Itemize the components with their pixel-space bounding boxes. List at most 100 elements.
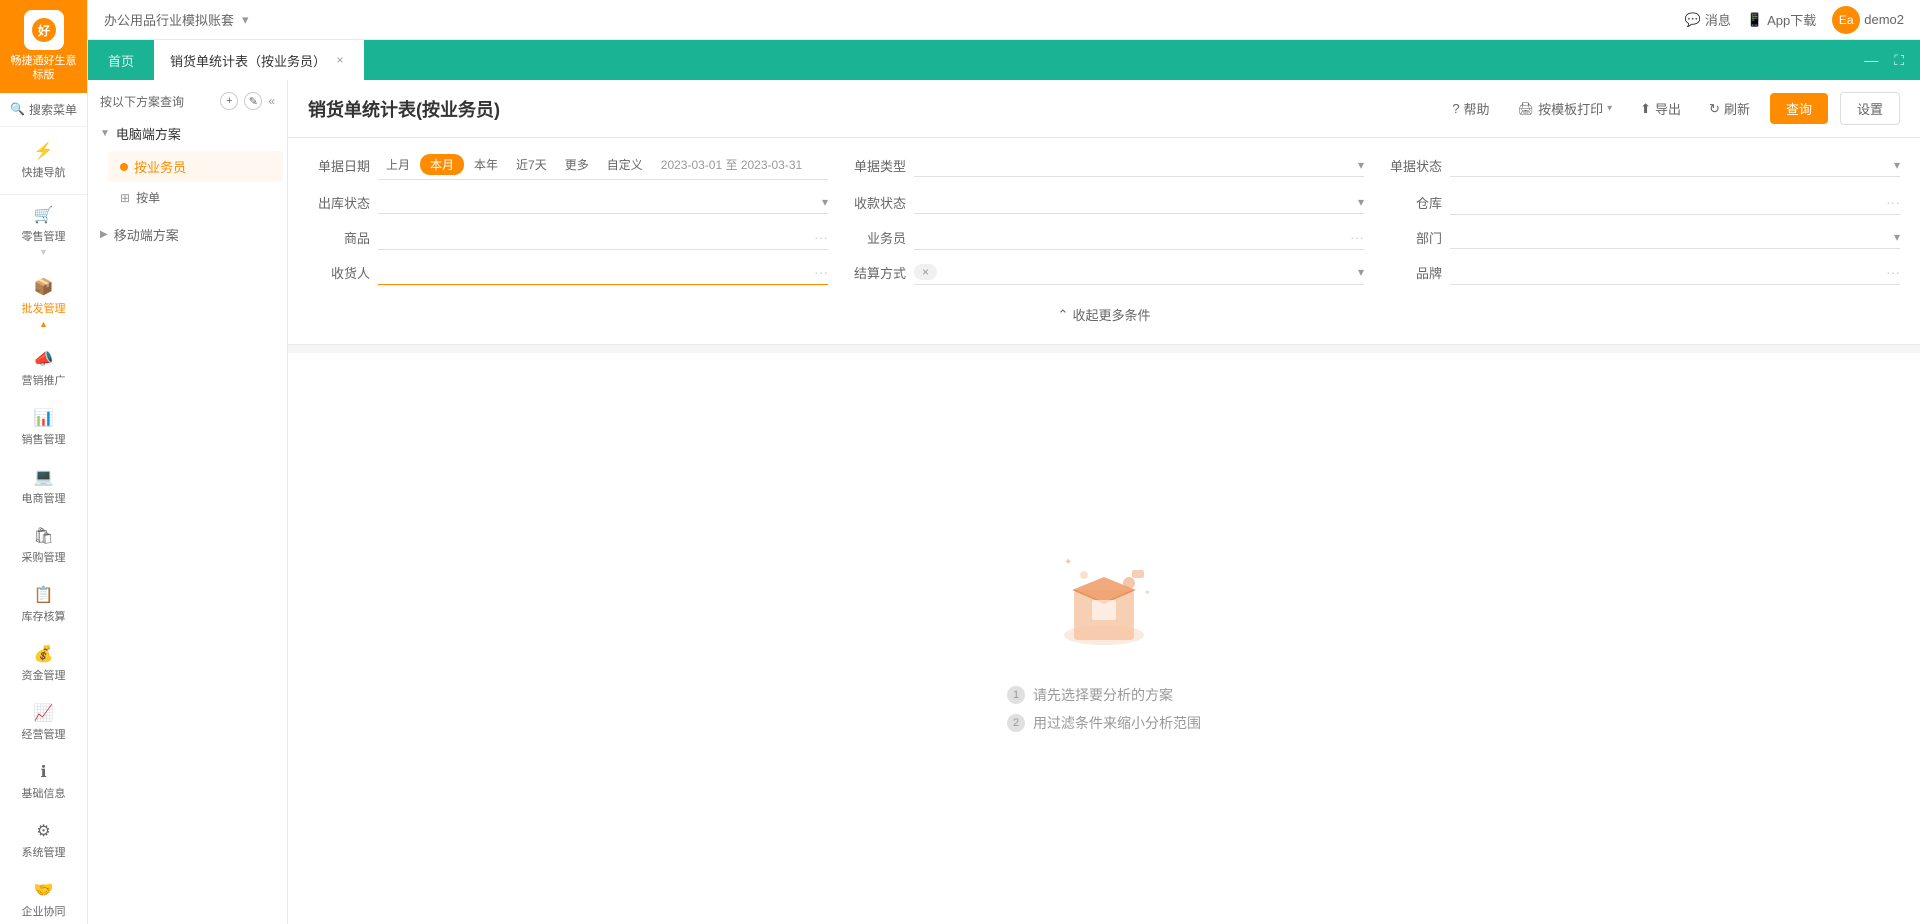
tab-home[interactable]: 首页 xyxy=(88,40,154,80)
sidebar-item-basic-info[interactable]: ℹ 基础信息 xyxy=(0,752,87,811)
topbar-left: 办公用品行业模拟账套 ▾ xyxy=(104,10,249,29)
pc-scheme-body: 按业务员 ⊞ 按单 xyxy=(88,151,287,211)
tab-maximize-btn[interactable]: ⛶ xyxy=(1890,48,1908,73)
left-panel: 按以下方案查询 + ✎ « ▼ 电脑端方案 按业务员 xyxy=(88,80,288,924)
sidebar-item-purchase[interactable]: 🛍 采购管理 xyxy=(0,516,87,575)
receipt-status-label: 收款状态 xyxy=(844,193,914,212)
sidebar-item-operations[interactable]: 📈 经营管理 xyxy=(0,693,87,752)
add-scheme-btn[interactable]: + xyxy=(220,92,238,110)
page-title: 销货单统计表(按业务员) xyxy=(308,96,500,122)
date-7days-btn[interactable]: 近7天 xyxy=(508,154,555,175)
print-btn[interactable]: 🖨 按模板打印 ▾ xyxy=(1510,95,1621,122)
salesperson-row: 业务员 ··· xyxy=(844,225,1364,250)
tabbar-actions: — ⛶ xyxy=(1860,48,1920,73)
sidebar-item-ecommerce[interactable]: 💻 电商管理 xyxy=(0,457,87,516)
app-logo[interactable]: 好 畅捷通好生意 标版 xyxy=(0,0,87,93)
edit-scheme-btn[interactable]: ✎ xyxy=(244,92,262,110)
pc-scheme-header[interactable]: ▼ 电脑端方案 xyxy=(88,118,287,149)
sidebar-item-retail[interactable]: 🛒 零售管理 ▼ xyxy=(0,195,87,267)
date-range-display: 2023-03-01 至 2023-03-31 xyxy=(661,156,802,173)
salesperson-select[interactable]: ··· xyxy=(914,225,1364,250)
download-icon: 📱 xyxy=(1747,12,1763,28)
receiver-dots: ··· xyxy=(814,264,828,280)
sidebar-item-system[interactable]: ⚙ 系统管理 xyxy=(0,811,87,870)
out-status-label: 出库状态 xyxy=(308,193,378,212)
collapse-filters-btn[interactable]: ⌃ 收起更多条件 xyxy=(1050,297,1159,332)
mobile-scheme-section: ▶ 移动端方案 xyxy=(88,219,287,250)
date-this-year-btn[interactable]: 本年 xyxy=(466,154,506,175)
active-indicator xyxy=(120,163,128,171)
date-last-month-btn[interactable]: 上月 xyxy=(378,154,418,175)
pc-scheme-section: ▼ 电脑端方案 按业务员 ⊞ 按单 xyxy=(88,118,287,211)
empty-state: ✦ ✦ 1 请先选择要分析的方案 2 用过滤条件来缩小分析范围 xyxy=(1007,545,1201,733)
topbar: 办公用品行业模拟账套 ▾ 💬 消息 📱 App下载 Ea demo2 xyxy=(88,0,1920,40)
date-this-month-btn[interactable]: 本月 xyxy=(420,154,464,175)
doc-type-select[interactable]: ▾ xyxy=(914,154,1364,177)
date-more-btn[interactable]: 更多 xyxy=(557,154,597,175)
app-download-btn[interactable]: 📱 App下载 xyxy=(1747,10,1816,29)
scheme-item-by-doc[interactable]: ⊞ 按单 xyxy=(108,184,283,211)
salesperson-label: 业务员 xyxy=(844,228,914,247)
quick-nav-icon: ⚡ xyxy=(34,141,54,161)
query-btn[interactable]: 查询 xyxy=(1770,93,1828,124)
export-icon: ⬆ xyxy=(1640,101,1651,117)
salesperson-dots: ··· xyxy=(1350,229,1364,245)
sidebar-item-inventory[interactable]: 📋 库存核算 xyxy=(0,575,87,634)
right-panel: 销货单统计表(按业务员) ? 帮助 🖨 按模板打印 ▾ ⬆ 导出 xyxy=(288,80,1920,924)
tab-minimize-btn[interactable]: — xyxy=(1860,48,1882,72)
sidebar-item-sales[interactable]: 📊 销售管理 xyxy=(0,398,87,457)
tab-close-btn[interactable]: × xyxy=(332,52,348,68)
empty-hints: 1 请先选择要分析的方案 2 用过滤条件来缩小分析范围 xyxy=(1007,685,1201,733)
filter-area: 单据日期 上月 本月 本年 近7天 更多 自定义 2023-03-01 至 20… xyxy=(288,138,1920,345)
page-header: 销货单统计表(按业务员) ? 帮助 🖨 按模板打印 ▾ ⬆ 导出 xyxy=(288,80,1920,138)
out-status-arrow: ▾ xyxy=(822,195,828,209)
empty-illustration: ✦ ✦ xyxy=(1044,545,1164,665)
collapse-panel-btn[interactable]: « xyxy=(268,94,275,108)
sidebar-item-collab[interactable]: 🤝 企业协同 xyxy=(0,870,87,924)
left-panel-title: 按以下方案查询 xyxy=(100,93,184,110)
receiver-input[interactable]: ··· xyxy=(378,260,828,285)
logo-text: 畅捷通好生意 标版 xyxy=(11,54,77,83)
export-btn[interactable]: ⬆ 导出 xyxy=(1632,95,1689,122)
receipt-status-select[interactable]: ▾ xyxy=(914,191,1364,214)
warehouse-row: 仓库 ··· xyxy=(1380,190,1900,215)
warehouse-select[interactable]: ··· xyxy=(1450,190,1900,215)
out-status-row: 出库状态 ▾ xyxy=(308,190,828,215)
out-status-select[interactable]: ▾ xyxy=(378,191,828,214)
refresh-btn[interactable]: ↻ 刷新 xyxy=(1701,95,1758,122)
payment-method-row: 结算方式 × ▾ xyxy=(844,260,1364,285)
doc-status-select[interactable]: ▾ xyxy=(1450,154,1900,177)
page-actions: ? 帮助 🖨 按模板打印 ▾ ⬆ 导出 ↻ 刷新 xyxy=(1444,92,1900,125)
mobile-scheme-header[interactable]: ▶ 移动端方案 xyxy=(88,219,287,250)
messages-btn[interactable]: 💬 消息 xyxy=(1685,10,1731,29)
sidebar-item-marketing[interactable]: 📣 营销推广 xyxy=(0,339,87,398)
refresh-icon: ↻ xyxy=(1709,101,1720,117)
tab-sales-stats[interactable]: 销货单统计表（按业务员） × xyxy=(154,40,364,80)
product-select[interactable]: ··· xyxy=(378,225,828,250)
message-icon: 💬 xyxy=(1685,12,1701,28)
date-custom-btn[interactable]: 自定义 xyxy=(599,154,651,175)
sidebar-item-finance[interactable]: 💰 资金管理 xyxy=(0,634,87,693)
empty-hint-1: 1 请先选择要分析的方案 xyxy=(1007,685,1201,705)
print-dropdown-icon[interactable]: ▾ xyxy=(1607,103,1612,114)
scheme-item-by-salesperson[interactable]: 按业务员 xyxy=(108,151,283,182)
user-menu[interactable]: Ea demo2 xyxy=(1832,6,1904,34)
avatar: Ea xyxy=(1832,6,1860,34)
search-icon: 🔍 xyxy=(10,102,25,116)
logo-icon: 好 xyxy=(24,10,64,50)
department-select[interactable]: ▾ xyxy=(1450,226,1900,249)
help-btn[interactable]: ? 帮助 xyxy=(1444,95,1497,122)
payment-tag-close[interactable]: × xyxy=(922,265,929,279)
date-filter-control[interactable]: 上月 本月 本年 近7天 更多 自定义 2023-03-01 至 2023-03… xyxy=(378,150,828,180)
payment-method-select[interactable]: × ▾ xyxy=(914,260,1364,285)
doc-status-label: 单据状态 xyxy=(1380,156,1450,175)
sidebar-quick-nav[interactable]: ⚡ 快捷导航 xyxy=(0,131,87,190)
search-menu[interactable]: 🔍 搜索菜单 xyxy=(0,93,87,127)
topbar-dropdown-icon[interactable]: ▾ xyxy=(242,12,249,28)
sidebar-item-wholesale[interactable]: 📦 批发管理 ▲ xyxy=(0,267,87,339)
edit-icon: ✎ xyxy=(249,95,258,108)
settings-btn[interactable]: 设置 xyxy=(1840,92,1900,125)
collapse-up-icon: ⌃ xyxy=(1058,307,1069,323)
department-label: 部门 xyxy=(1380,228,1450,247)
brand-select[interactable]: ··· xyxy=(1450,260,1900,285)
